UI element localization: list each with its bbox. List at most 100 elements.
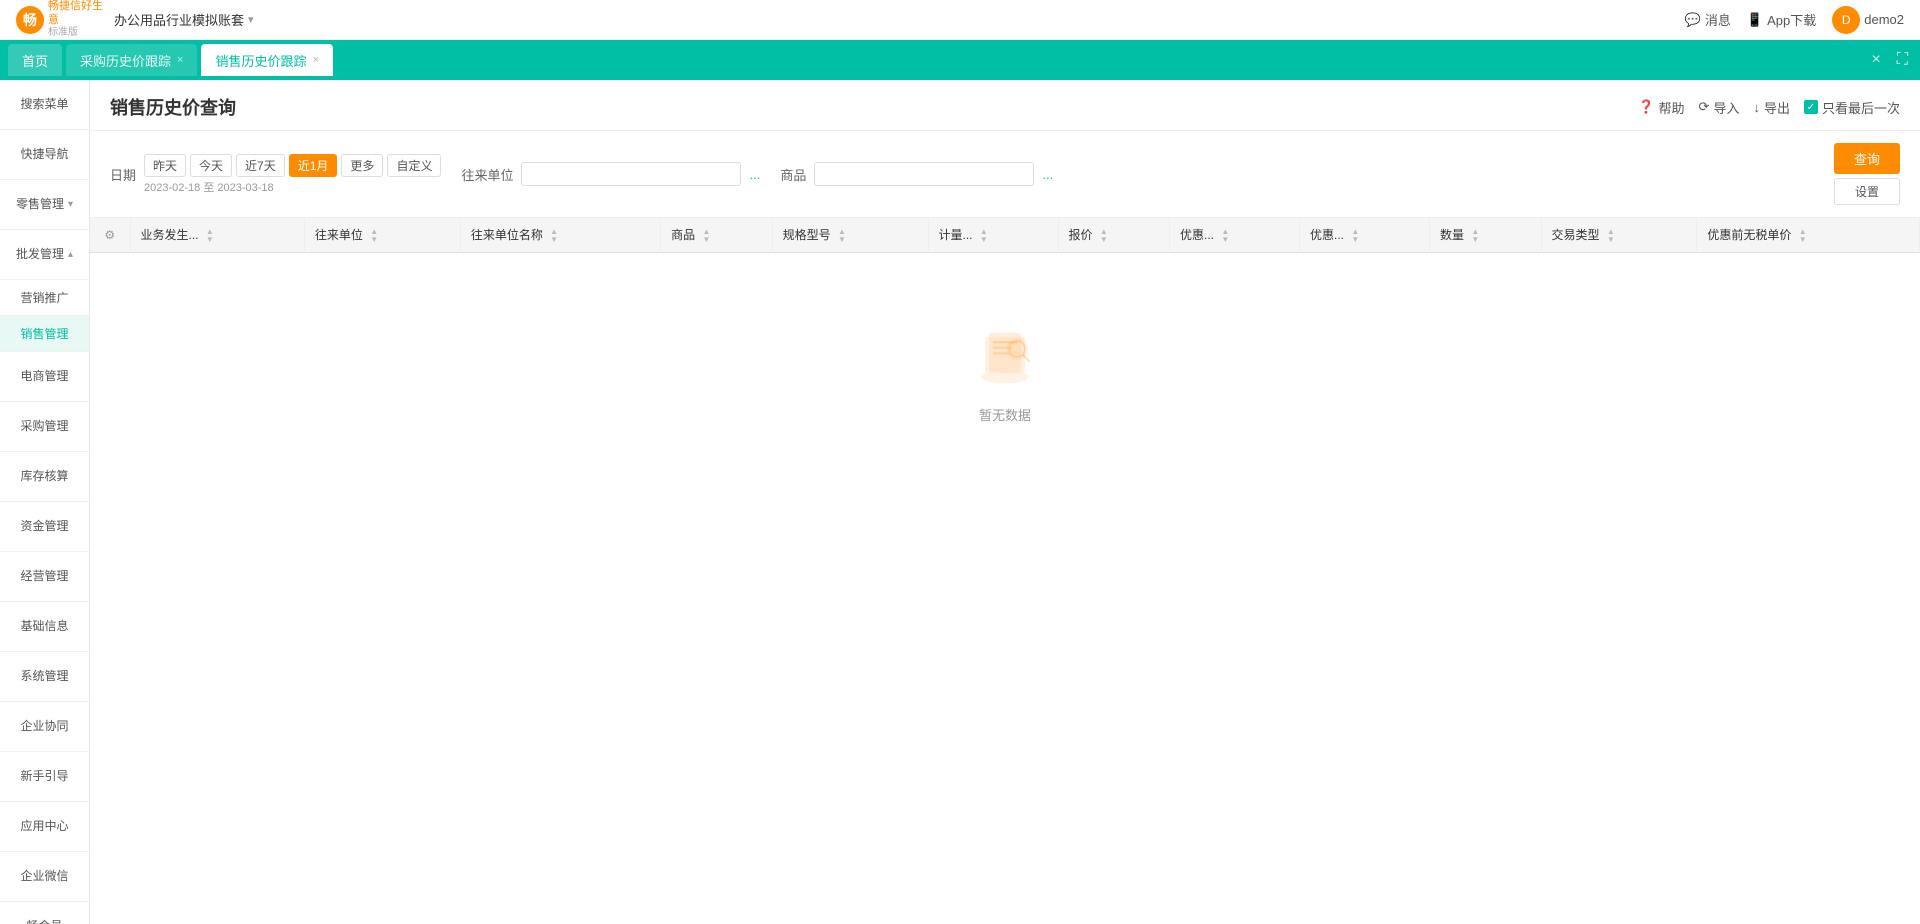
app-title-area[interactable]: 办公用品行业模拟账套 ▾ xyxy=(106,10,1685,29)
purchase-label: 采购管理 xyxy=(20,418,68,435)
close-all-button[interactable]: × xyxy=(1867,47,1884,73)
tab-purchase[interactable]: 采购历史价跟踪 × xyxy=(66,44,197,76)
sidebar-item-purchase[interactable]: 采购管理 xyxy=(0,402,89,452)
column-quantity[interactable]: 数量 ▲▼ xyxy=(1430,218,1542,252)
page-header-actions: ❓ 帮助 ⟳ 导入 ↓ 导出 ✓ 只看最后一次 xyxy=(1638,98,1900,117)
user-avatar[interactable]: D demo2 xyxy=(1832,6,1904,34)
sidebar-item-wholesale[interactable]: 批发管理 ▴ xyxy=(0,230,89,280)
sidebar-item-enterprise-collab[interactable]: 企业协同 xyxy=(0,702,89,752)
sidebar-item-basic-info[interactable]: 基础信息 xyxy=(0,602,89,652)
sidebar-item-new-guide[interactable]: 新手引导 xyxy=(0,752,89,802)
date-filter-group: 日期 昨天 今天 近7天 近1月 更多 自定义 2023-02-18 至 202… xyxy=(110,154,441,195)
search-label: 搜索菜单 xyxy=(20,96,68,113)
data-table: ⚙ 业务发生... ▲▼ 往来单位 ▲▼ 往来单位名称 xyxy=(90,218,1920,253)
sort-icon-trade-type: ▲▼ xyxy=(1607,228,1615,244)
tab-bar: 首页 采购历史价跟踪 × 销售历史价跟踪 × × ⛶ xyxy=(0,40,1920,80)
date-buttons: 昨天 今天 近7天 近1月 更多 自定义 xyxy=(144,154,441,177)
sidebar-item-system[interactable]: 系统管理 xyxy=(0,652,89,702)
help-label: 帮助 xyxy=(1659,98,1685,117)
column-goods[interactable]: 商品 ▲▼ xyxy=(661,218,773,252)
message-button[interactable]: 💬 消息 xyxy=(1685,10,1731,29)
sidebar-item-app-center[interactable]: 应用中心 xyxy=(0,802,89,852)
col-quantity-label: 数量 xyxy=(1440,228,1464,242)
purchase-tab-close[interactable]: × xyxy=(177,54,183,66)
sidebar-item-inventory[interactable]: 库存核算 xyxy=(0,452,89,502)
sort-icon-partner-code: ▲▼ xyxy=(370,228,378,244)
inventory-label: 库存核算 xyxy=(20,468,68,485)
sidebar-item-search[interactable]: 搜索菜单 xyxy=(0,80,89,130)
partner-dots[interactable]: ... xyxy=(749,167,760,182)
wholesale-label: 批发管理 xyxy=(16,246,64,263)
tab-home[interactable]: 首页 xyxy=(8,44,62,76)
column-discount1[interactable]: 优惠... ▲▼ xyxy=(1170,218,1300,252)
empty-icon xyxy=(965,313,1045,393)
date-options: 昨天 今天 近7天 近1月 更多 自定义 2023-02-18 至 2023-0… xyxy=(144,154,441,195)
sidebar-item-marketing[interactable]: 营销推广 xyxy=(0,280,89,316)
date-btn-custom[interactable]: 自定义 xyxy=(387,154,441,177)
logo-area: 畅 畅捷信好生意 标准版 xyxy=(16,0,106,38)
export-button[interactable]: ↓ 导出 xyxy=(1753,98,1790,117)
column-partner-code[interactable]: 往来单位 ▲▼ xyxy=(304,218,460,252)
sidebar-item-sales-mgmt[interactable]: 销售管理 xyxy=(0,316,89,352)
logo-icon: 畅 xyxy=(16,6,44,34)
sort-icon-unit: ▲▼ xyxy=(980,228,988,244)
date-btn-7days[interactable]: 近7天 xyxy=(236,154,285,177)
column-spec[interactable]: 规格型号 ▲▼ xyxy=(772,218,928,252)
column-unit[interactable]: 计量... ▲▼ xyxy=(928,218,1058,252)
col-goods-label: 商品 xyxy=(671,228,695,242)
sort-icon-partner-name: ▲▼ xyxy=(550,228,558,244)
sidebar-item-ecommerce[interactable]: 电商管理 xyxy=(0,352,89,402)
help-button[interactable]: ❓ 帮助 xyxy=(1638,98,1684,117)
date-btn-yesterday[interactable]: 昨天 xyxy=(144,154,186,177)
column-price[interactable]: 报价 ▲▼ xyxy=(1058,218,1170,252)
col-partner-name-label: 往来单位名称 xyxy=(471,228,543,242)
column-gear[interactable]: ⚙ xyxy=(90,218,130,252)
column-pre-tax-price[interactable]: 优惠前无税单价 ▲▼ xyxy=(1697,218,1920,252)
date-btn-1month[interactable]: 近1月 xyxy=(289,154,338,177)
date-btn-today[interactable]: 今天 xyxy=(190,154,232,177)
filter-actions: 查询 设置 xyxy=(1834,143,1900,205)
sidebar-item-enterprise-wechat[interactable]: 企业微信 xyxy=(0,852,89,902)
sidebar-item-operations[interactable]: 经营管理 xyxy=(0,552,89,602)
query-button[interactable]: 查询 xyxy=(1834,143,1900,174)
only-last-label: 只看最后一次 xyxy=(1822,98,1900,117)
sales-tab-close[interactable]: × xyxy=(312,54,318,66)
operations-label: 经营管理 xyxy=(20,568,68,585)
filter-bar: 日期 昨天 今天 近7天 近1月 更多 自定义 2023-02-18 至 202… xyxy=(90,131,1920,218)
app-center-label: 应用中心 xyxy=(20,818,68,835)
app-title-dropdown-icon[interactable]: ▾ xyxy=(248,13,254,26)
header-right: 💬 消息 📱 App下载 D demo2 xyxy=(1685,6,1904,34)
import-button[interactable]: ⟳ 导入 xyxy=(1699,98,1740,117)
column-discount2[interactable]: 优惠... ▲▼ xyxy=(1300,218,1430,252)
col-trade-type-label: 交易类型 xyxy=(1552,228,1600,242)
date-range-text: 2023-02-18 至 2023-03-18 xyxy=(144,179,274,195)
sidebar-item-quick-nav[interactable]: 快捷导航 xyxy=(0,130,89,180)
column-partner-name[interactable]: 往来单位名称 ▲▼ xyxy=(460,218,660,252)
column-trade-type[interactable]: 交易类型 ▲▼ xyxy=(1541,218,1697,252)
sort-icon-spec: ▲▼ xyxy=(838,228,846,244)
fullscreen-button[interactable]: ⛶ xyxy=(1893,47,1912,73)
partner-filter-group: 往来单位 ... xyxy=(461,162,760,186)
sidebar-item-member[interactable]: 畅会员 xyxy=(0,902,89,924)
purchase-tab-label: 采购历史价跟踪 xyxy=(80,51,171,70)
partner-input[interactable] xyxy=(521,162,741,186)
tab-sales[interactable]: 销售历史价跟踪 × xyxy=(201,44,332,76)
sidebar-item-retail[interactable]: 零售管理 ▾ xyxy=(0,180,89,230)
retail-label: 零售管理 xyxy=(16,196,64,213)
sales-tab-label: 销售历史价跟踪 xyxy=(215,51,306,70)
sidebar-item-finance[interactable]: 资金管理 xyxy=(0,502,89,552)
import-label: 导入 xyxy=(1713,98,1739,117)
user-name: demo2 xyxy=(1864,12,1904,27)
marketing-label: 营销推广 xyxy=(20,289,68,306)
goods-dots[interactable]: ... xyxy=(1042,167,1053,182)
page-header: 销售历史价查询 ❓ 帮助 ⟳ 导入 ↓ 导出 ✓ xyxy=(90,80,1920,131)
quick-nav-label: 快捷导航 xyxy=(20,146,68,163)
only-last-checkbox[interactable]: ✓ 只看最后一次 xyxy=(1804,98,1900,117)
settings-button[interactable]: 设置 xyxy=(1834,178,1900,205)
member-label: 畅会员 xyxy=(26,918,62,924)
app-download-button[interactable]: 📱 App下载 xyxy=(1747,10,1816,29)
date-btn-more[interactable]: 更多 xyxy=(341,154,383,177)
goods-input[interactable] xyxy=(814,162,1034,186)
col-discount2-label: 优惠... xyxy=(1310,228,1344,242)
column-biz-date[interactable]: 业务发生... ▲▼ xyxy=(130,218,304,252)
